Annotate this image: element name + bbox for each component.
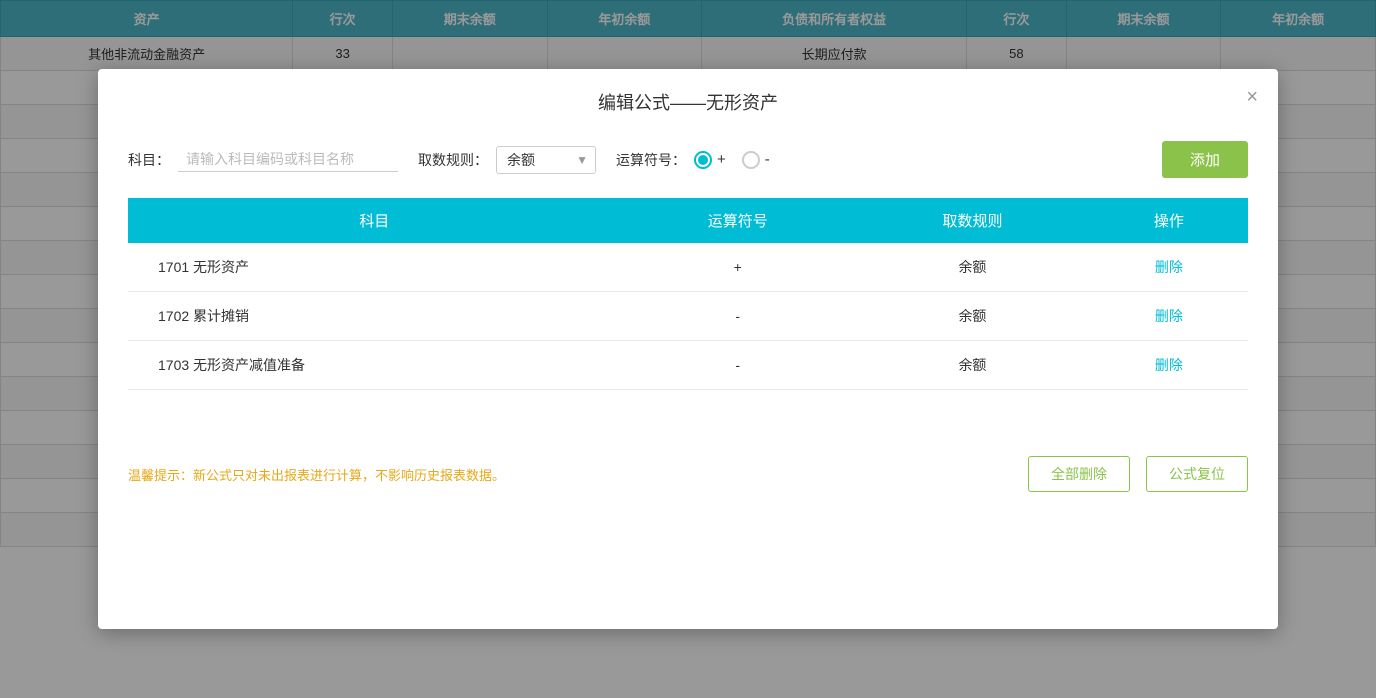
th-action: 操作 <box>1090 198 1248 243</box>
cell-subject: 1702 累计摊销 <box>128 292 620 341</box>
delete-row-button[interactable]: 删除 <box>1155 306 1183 326</box>
radio-minus-circle <box>742 151 760 169</box>
cell-action: 删除 <box>1090 292 1248 341</box>
table-row: 1703 无形资产减值准备 - 余额 删除 <box>128 341 1248 390</box>
footer-hint: 温馨提示：新公式只对未出报表进行计算，不影响历史报表数据。 <box>128 465 505 484</box>
cell-action: 删除 <box>1090 341 1248 390</box>
reset-formula-button[interactable]: 公式复位 <box>1146 456 1248 492</box>
rule-select-wrap: 余额 借方 贷方 借方发生额 贷方发生额 ▼ <box>496 146 596 174</box>
delete-row-button[interactable]: 删除 <box>1155 257 1183 277</box>
cell-action: 删除 <box>1090 243 1248 292</box>
formula-table: 科目 运算符号 取数规则 操作 1701 无形资产 + 余额 删除 1702 累… <box>128 198 1248 390</box>
edit-formula-modal: 编辑公式——无形资产 × 科目： 取数规则： 余额 借方 贷方 借方发生额 <box>98 69 1278 629</box>
operator-plus-radio[interactable]: + <box>694 151 726 169</box>
modal-title: 编辑公式——无形资产 <box>598 89 778 115</box>
subject-label: 科目： <box>128 150 170 170</box>
subject-group: 科目： <box>128 147 398 172</box>
add-button[interactable]: 添加 <box>1162 141 1248 178</box>
th-rule: 取数规则 <box>855 198 1090 243</box>
modal-footer: 温馨提示：新公式只对未出报表进行计算，不影响历史报表数据。 全部删除 公式复位 <box>98 440 1278 516</box>
th-operator: 运算符号 <box>620 198 855 243</box>
delete-row-button[interactable]: 删除 <box>1155 355 1183 375</box>
cell-subject: 1701 无形资产 <box>128 243 620 292</box>
cell-operator: - <box>620 341 855 390</box>
cell-rule: 余额 <box>855 243 1090 292</box>
operator-group: 运算符号： + - <box>616 150 770 170</box>
operator-minus-label: - <box>765 151 770 168</box>
th-subject: 科目 <box>128 198 620 243</box>
cell-rule: 余额 <box>855 292 1090 341</box>
operator-minus-radio[interactable]: - <box>742 151 770 169</box>
operator-plus-label: + <box>717 151 726 168</box>
table-row: 1702 累计摊销 - 余额 删除 <box>128 292 1248 341</box>
cell-operator: - <box>620 292 855 341</box>
subject-input[interactable] <box>178 147 398 172</box>
rule-group: 取数规则： 余额 借方 贷方 借方发生额 贷方发生额 ▼ <box>418 146 596 174</box>
operator-label: 运算符号： <box>616 150 686 170</box>
footer-buttons: 全部删除 公式复位 <box>1028 456 1248 492</box>
operator-radio-group: + - <box>694 151 770 169</box>
cell-rule: 余额 <box>855 341 1090 390</box>
modal-close-button[interactable]: × <box>1246 87 1258 107</box>
modal-body: 科目： 取数规则： 余额 借方 贷方 借方发生额 贷方发生额 ▼ <box>98 131 1278 430</box>
radio-plus-circle <box>694 151 712 169</box>
modal-header: 编辑公式——无形资产 × <box>98 69 1278 131</box>
table-row: 1701 无形资产 + 余额 删除 <box>128 243 1248 292</box>
cell-operator: + <box>620 243 855 292</box>
formula-form-row: 科目： 取数规则： 余额 借方 贷方 借方发生额 贷方发生额 ▼ <box>128 141 1248 178</box>
rule-select[interactable]: 余额 借方 贷方 借方发生额 贷方发生额 <box>496 146 596 174</box>
table-header-row: 科目 运算符号 取数规则 操作 <box>128 198 1248 243</box>
delete-all-button[interactable]: 全部删除 <box>1028 456 1130 492</box>
rule-label: 取数规则： <box>418 150 488 170</box>
cell-subject: 1703 无形资产减值准备 <box>128 341 620 390</box>
